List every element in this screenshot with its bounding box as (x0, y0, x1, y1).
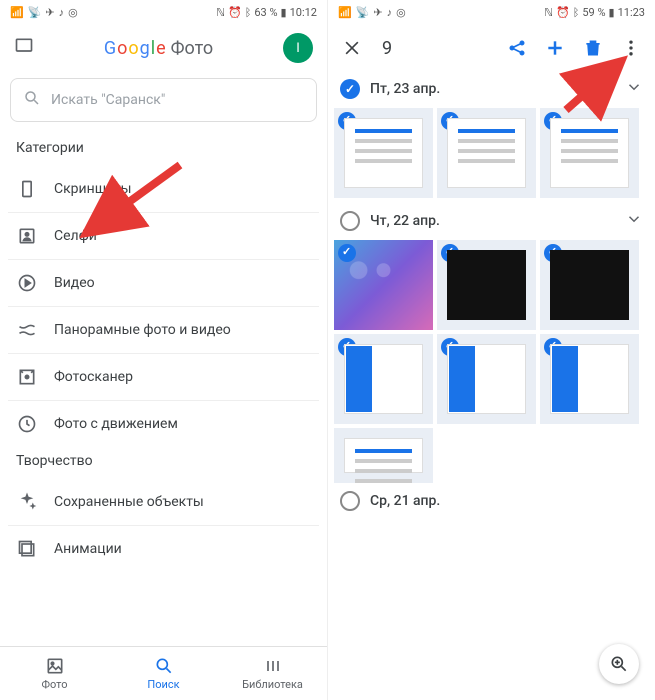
search-icon (23, 89, 41, 111)
nav-label: Поиск (147, 678, 179, 691)
battery-icon: ▮ (281, 6, 287, 19)
photo-thumbnail[interactable] (334, 108, 433, 198)
account-avatar[interactable]: I (283, 33, 313, 63)
date-checkbox[interactable] (340, 211, 360, 231)
selection-count: 9 (382, 38, 493, 59)
zoom-button[interactable] (599, 644, 639, 684)
photo-thumbnail[interactable] (437, 334, 536, 424)
search-placeholder: Искать "Саранск" (51, 92, 165, 108)
more-button[interactable] (617, 34, 645, 62)
messages-icon[interactable] (14, 36, 34, 60)
instagram-icon: ◎ (68, 6, 78, 19)
category-panorama[interactable]: Панорамные фото и видео (8, 307, 319, 354)
photo-thumbnail[interactable] (334, 334, 433, 424)
instagram-icon: ◎ (396, 6, 406, 19)
nfc-icon: ℕ (544, 6, 553, 19)
category-selfie[interactable]: Селфи (8, 213, 319, 260)
nav-library[interactable]: Библиотека (218, 647, 327, 700)
photo-thumbnail[interactable] (540, 108, 639, 198)
creative-label: Анимации (54, 541, 122, 557)
date-label: Чт, 22 апр. (370, 213, 615, 229)
date-checkbox[interactable] (340, 79, 360, 99)
panorama-icon (16, 319, 38, 341)
date-checkbox[interactable] (340, 491, 360, 511)
category-photoscan[interactable]: Фотосканер (8, 354, 319, 401)
status-bar: 📶 📡 ✈ ♪ ◎ ℕ ⏰ ᛒ 63 % ▮ 10:12 (0, 0, 327, 24)
nfc-icon: ℕ (216, 6, 225, 19)
section-categories-title: Категории (0, 134, 327, 166)
date-label: Ср, 21 апр. (370, 493, 643, 509)
battery-percent: 63 % (254, 6, 277, 19)
close-button[interactable] (338, 34, 366, 62)
status-bar: 📶 📡 ✈ ♪ ◎ ℕ ⏰ ᛒ 59 % ▮ 11:23 (328, 0, 655, 24)
category-label: Скриншоты (54, 181, 131, 197)
telegram-icon: ✈ (45, 6, 54, 19)
photo-thumbnail[interactable] (437, 108, 536, 198)
delete-button[interactable] (579, 34, 607, 62)
chevron-down-icon[interactable] (625, 78, 643, 100)
date-group-3[interactable]: Ср, 21 апр. (328, 485, 655, 517)
nav-label: Библиотека (242, 678, 303, 691)
category-label: Панорамные фото и видео (54, 322, 231, 338)
phone-icon (16, 178, 38, 200)
add-button[interactable] (541, 34, 569, 62)
category-label: Фото с движением (54, 416, 178, 432)
date-group-2[interactable]: Чт, 22 апр. (328, 204, 655, 238)
clock: 10:12 (290, 6, 317, 19)
category-video[interactable]: Видео (8, 260, 319, 307)
clock: 11:23 (618, 6, 645, 19)
alarm-icon: ⏰ (228, 6, 242, 19)
tiktok-icon: ♪ (387, 6, 393, 19)
app-title: Google Фото (104, 38, 213, 59)
tiktok-icon: ♪ (59, 6, 65, 19)
creative-animations[interactable]: Анимации (8, 526, 319, 572)
photo-thumbnail[interactable] (334, 240, 433, 330)
battery-percent: 59 % (582, 6, 605, 19)
sparkle-icon (16, 491, 38, 513)
bluetooth-icon: ᛒ (573, 6, 580, 19)
category-label: Селфи (54, 228, 97, 244)
battery-icon: ▮ (609, 6, 615, 19)
alarm-icon: ⏰ (556, 6, 570, 19)
date-group-1[interactable]: Пт, 23 апр. (328, 72, 655, 106)
search-input[interactable]: Искать "Саранск" (10, 78, 317, 122)
telegram-icon: ✈ (373, 6, 382, 19)
bluetooth-icon: ᛒ (245, 6, 252, 19)
creative-saved[interactable]: Сохраненные объекты (8, 479, 319, 526)
play-icon (16, 272, 38, 294)
bottom-nav: Фото Поиск Библиотека (0, 646, 327, 700)
category-screenshots[interactable]: Скриншоты (8, 166, 319, 213)
photo-thumbnail[interactable] (540, 240, 639, 330)
date-label: Пт, 23 апр. (370, 81, 615, 97)
animation-icon (16, 538, 38, 560)
signal-icon: 📶 (338, 6, 352, 19)
photo-thumbnail[interactable] (334, 428, 433, 483)
signal-icon: 📶 (10, 6, 24, 19)
share-button[interactable] (503, 34, 531, 62)
person-icon (16, 225, 38, 247)
wifi-icon: 📡 (28, 6, 42, 19)
photoscan-icon (16, 366, 38, 388)
photo-thumbnail[interactable] (540, 334, 639, 424)
category-label: Видео (54, 275, 95, 291)
section-creative-title: Творчество (0, 447, 327, 479)
category-motion[interactable]: Фото с движением (8, 401, 319, 447)
category-label: Фотосканер (54, 369, 133, 385)
wifi-icon: 📡 (356, 6, 370, 19)
chevron-down-icon[interactable] (625, 210, 643, 232)
nav-search[interactable]: Поиск (109, 647, 218, 700)
creative-label: Сохраненные объекты (54, 494, 204, 510)
nav-photos[interactable]: Фото (0, 647, 109, 700)
nav-label: Фото (42, 678, 68, 691)
motion-icon (16, 413, 38, 435)
photo-thumbnail[interactable] (437, 240, 536, 330)
